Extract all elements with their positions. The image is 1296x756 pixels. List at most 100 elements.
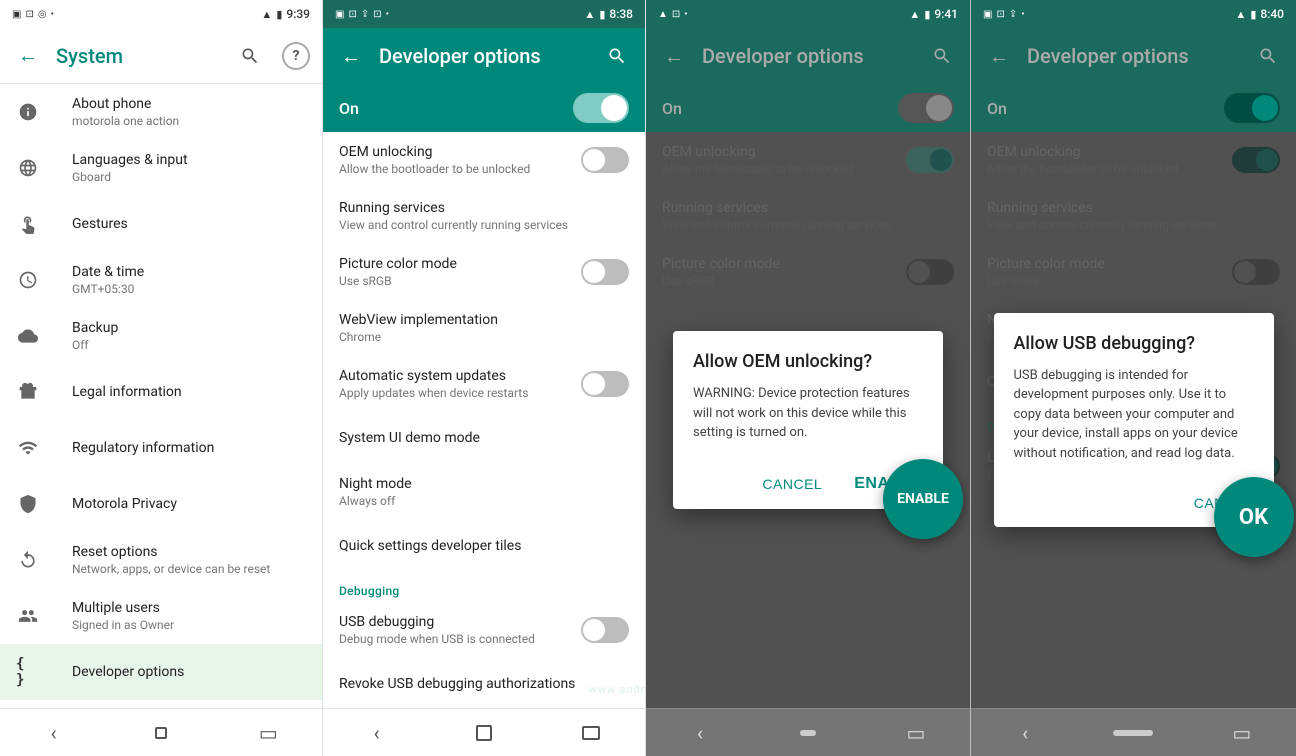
nav-back-button-1[interactable]: ‹	[24, 713, 84, 753]
status-bar-3: ▲ ⊡ • ▲ ▮ 9:41	[646, 0, 970, 28]
status-bar-2: ▣ ⊡ ⇪ ⊡ • ▲ ▮ 8:38	[323, 0, 645, 28]
motorola-privacy-content: Motorola Privacy	[72, 496, 306, 512]
developer-settings-list-2: OEM unlocking Allow the bootloader to be…	[323, 132, 645, 708]
picture-title-2: Picture color mode	[339, 256, 457, 272]
autoupdates-toggle-2[interactable]	[581, 371, 629, 397]
battery-icon-4: ▮	[1250, 8, 1256, 21]
sidebar-item-motorola-privacy[interactable]: Motorola Privacy	[0, 476, 322, 532]
dev-item-webview[interactable]: WebView implementation Chrome	[323, 300, 645, 356]
nav-home-4[interactable]	[1103, 713, 1163, 753]
quicksettings-title-2: Quick settings developer tiles	[339, 538, 629, 554]
notif-icon-44: •	[1021, 9, 1024, 20]
system-title: System	[56, 44, 222, 68]
sidebar-item-regulatory[interactable]: Regulatory information	[0, 420, 322, 476]
backup-icon	[16, 324, 40, 348]
motorola-privacy-icon	[16, 492, 40, 516]
dev-item-night[interactable]: Night mode Always off	[323, 464, 645, 520]
dev-item-autoupdates[interactable]: Automatic system updates Apply updates w…	[323, 356, 645, 412]
help-button[interactable]: ?	[282, 42, 310, 70]
sidebar-item-languages[interactable]: Languages & input Gboard	[0, 140, 322, 196]
search-button-1[interactable]	[230, 36, 270, 76]
dev-appbar-2: ← Developer options	[323, 28, 645, 84]
nav-recents-3[interactable]: ▭	[886, 713, 946, 753]
sidebar-item-developer[interactable]: { } Developer options	[0, 644, 322, 700]
developer-options-panel: ▣ ⊡ ⇪ ⊡ • ▲ ▮ 8:38 ← Developer options O…	[323, 0, 646, 756]
dev-appbar-3: ← Developer options	[646, 28, 970, 84]
developer-toggle-4[interactable]	[1224, 93, 1280, 123]
picture-toggle-2[interactable]	[581, 259, 629, 285]
dev-item-usb[interactable]: USB debugging Debug mode when USB is con…	[323, 602, 645, 658]
datetime-icon	[16, 268, 40, 292]
nav-back-2[interactable]: ‹	[347, 713, 407, 753]
dev-item-systemui[interactable]: System UI demo mode	[323, 412, 645, 464]
developer-options-oem-panel: ▲ ⊡ • ▲ ▮ 9:41 ← Developer options On OE…	[646, 0, 971, 756]
nav-home-button-1[interactable]	[131, 713, 191, 753]
search-button-4[interactable]	[1248, 36, 1288, 76]
oem-subtitle-2: Allow the bootloader to be unlocked	[339, 162, 530, 176]
status-bar-1: ▣ ⊡ ◎ • ▲ ▮ 9:39	[0, 0, 322, 28]
toggle-thumb-2	[601, 95, 627, 121]
nav-back-4[interactable]: ‹	[995, 713, 1055, 753]
usb-dialog-wrapper: Allow USB debugging? USB debugging is in…	[994, 313, 1274, 528]
developer-toggle-3[interactable]	[898, 93, 954, 123]
autoupdates-subtitle-2: Apply updates when device restarts	[339, 386, 528, 400]
notification-icon-3: ◎	[38, 9, 47, 20]
usb-toggle-2[interactable]	[581, 617, 629, 643]
running-subtitle-2: View and control currently running servi…	[339, 218, 629, 232]
motorola-privacy-title: Motorola Privacy	[72, 496, 306, 512]
search-button-2[interactable]	[597, 36, 637, 76]
dev-appbar-4: ← Developer options	[971, 28, 1296, 84]
nav-home-2[interactable]	[454, 713, 514, 753]
battery-icon-3: ▮	[924, 8, 930, 21]
sidebar-item-legal[interactable]: Legal information	[0, 364, 322, 420]
oem-toggle-2[interactable]	[581, 147, 629, 173]
notif-icon-33: •	[684, 9, 687, 20]
sidebar-item-multiple-users[interactable]: Multiple users Signed in as Owner	[0, 588, 322, 644]
dev-item-oem[interactable]: OEM unlocking Allow the bootloader to be…	[323, 132, 645, 188]
oem-toggle-thumb	[583, 149, 605, 171]
nav-home-3[interactable]	[778, 713, 838, 753]
notif-icon-32: ⊡	[672, 9, 680, 20]
about-phone-title: About phone	[72, 96, 306, 112]
sidebar-item-datetime[interactable]: Date & time GMT+05:30	[0, 252, 322, 308]
notif-icon-23: ⇪	[361, 9, 369, 20]
notification-icon-1: ▣	[12, 9, 21, 20]
search-button-3[interactable]	[922, 36, 962, 76]
on-label-2: On	[339, 99, 359, 118]
notif-icon-31: ▲	[658, 9, 668, 20]
usb-dialog-title: Allow USB debugging?	[994, 313, 1274, 366]
nav-recents-2[interactable]	[561, 713, 621, 753]
usb-ok-circle[interactable]: OK	[1214, 477, 1294, 557]
dev-title-3: Developer options	[702, 44, 914, 68]
sidebar-item-about-phone[interactable]: About phone motorola one action	[0, 84, 322, 140]
oem-cancel-button[interactable]: Cancel	[750, 467, 834, 501]
dev-item-oem-content: OEM unlocking Allow the bootloader to be…	[339, 144, 530, 176]
sidebar-item-reset[interactable]: Reset options Network, apps, or device c…	[0, 532, 322, 588]
sidebar-item-backup[interactable]: Backup Off	[0, 308, 322, 364]
dev-item-running[interactable]: Running services View and control curren…	[323, 188, 645, 244]
nav-back-3[interactable]: ‹	[670, 713, 730, 753]
nav-recents-4[interactable]: ▭	[1212, 713, 1272, 753]
back-button-3[interactable]: ←	[654, 36, 694, 76]
oem-enable-circle[interactable]: Enable	[883, 459, 963, 539]
oem-title-2: OEM unlocking	[339, 144, 530, 160]
dev-item-picture[interactable]: Picture color mode Use sRGB	[323, 244, 645, 300]
notification-icons-2: ▣ ⊡ ⇪ ⊡ •	[335, 9, 389, 20]
nav-recents-button-1[interactable]: ▭	[238, 713, 298, 753]
status-time-2: 8:38	[609, 7, 633, 21]
notif-icon-41: ▣	[983, 9, 992, 20]
sidebar-item-system-updates[interactable]: System updates Updated to Android 9	[0, 700, 322, 708]
on-label-3: On	[662, 99, 682, 118]
usb-toggle-thumb	[583, 619, 605, 641]
developer-toggle-2[interactable]	[573, 93, 629, 123]
bottom-nav-4: ‹ ▭	[971, 708, 1296, 756]
sidebar-item-gestures[interactable]: Gestures	[0, 196, 322, 252]
system-appbar: ← System ?	[0, 28, 322, 84]
dev-item-quicksettings[interactable]: Quick settings developer tiles	[323, 520, 645, 572]
back-button-2[interactable]: ←	[331, 36, 371, 76]
notif-icon-43: ⇪	[1009, 9, 1017, 20]
back-button-4[interactable]: ←	[979, 36, 1019, 76]
back-button-1[interactable]: ←	[8, 36, 48, 76]
developer-icon: { }	[16, 660, 40, 684]
dev-item-revoke[interactable]: Revoke USB debugging authorizations	[323, 658, 645, 708]
